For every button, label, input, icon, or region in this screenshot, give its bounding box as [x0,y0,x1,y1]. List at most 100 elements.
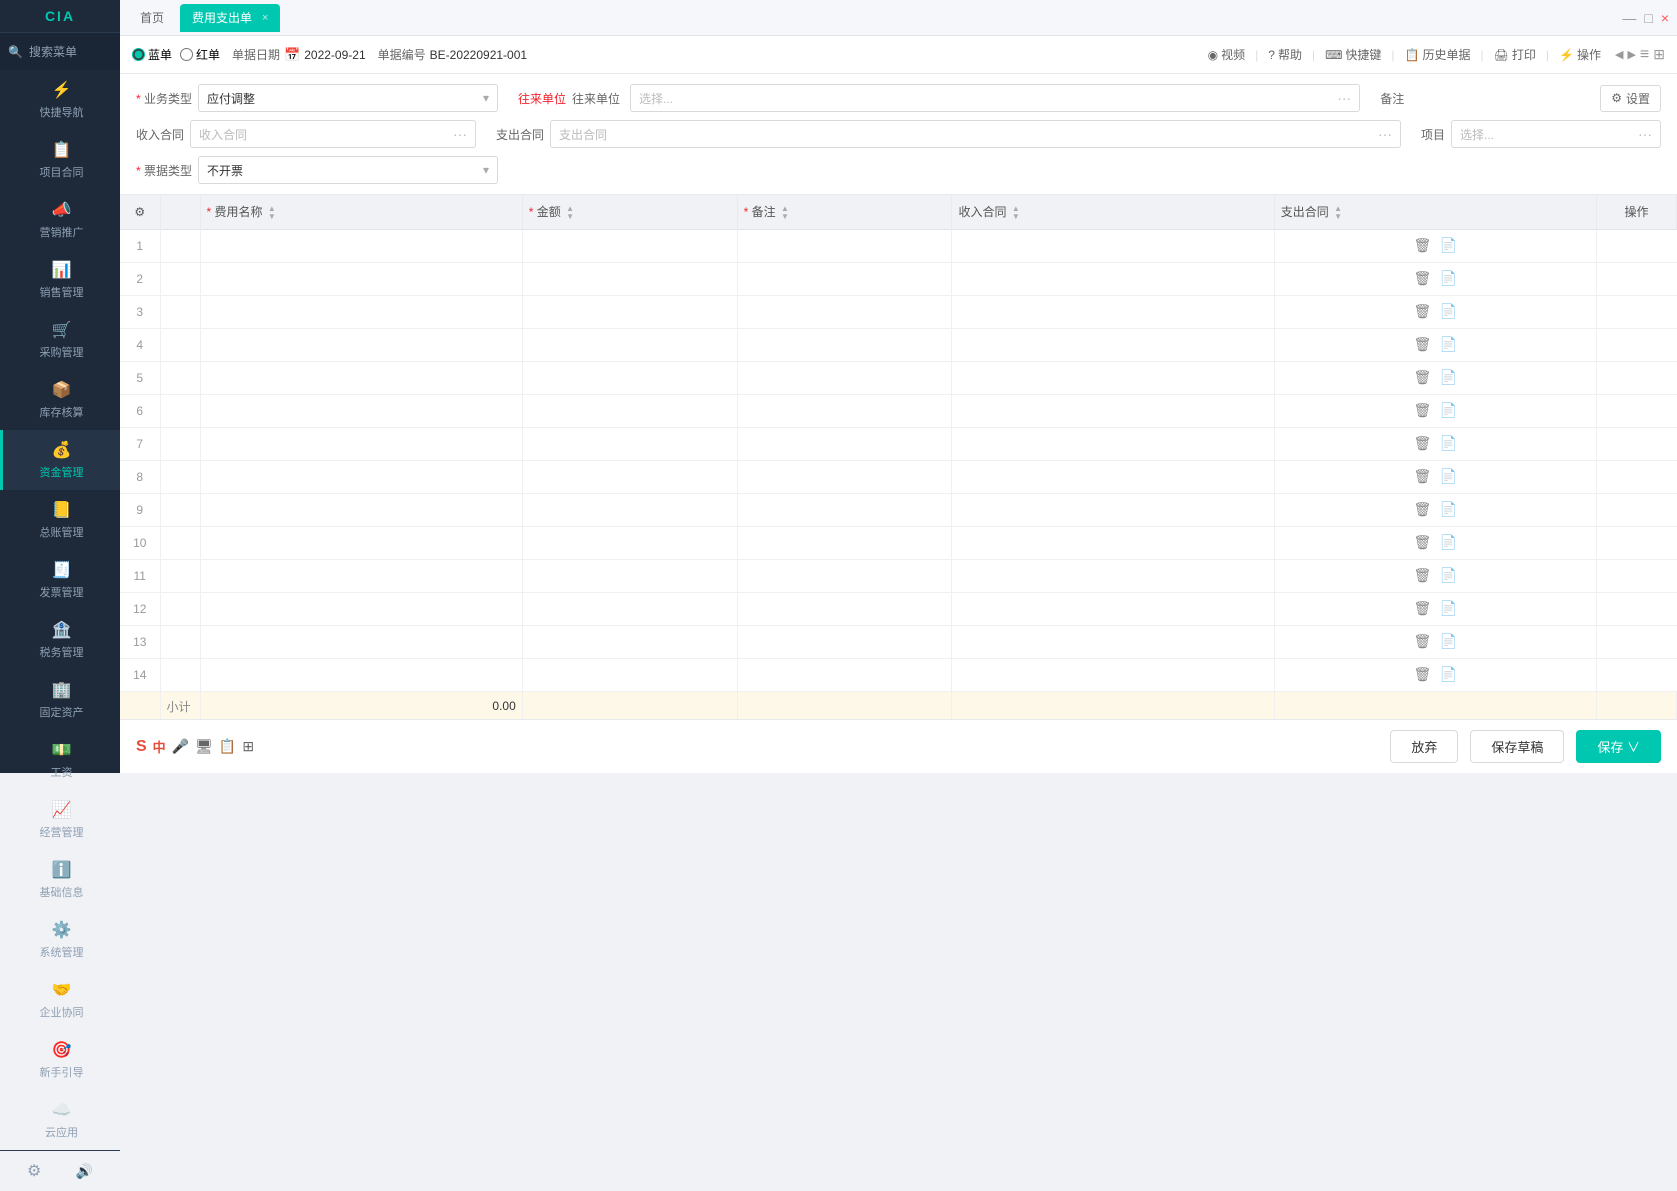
minimize-button[interactable]: — [1622,10,1636,26]
delete-row-button[interactable]: 🗑 [1411,466,1433,488]
col-expense-name[interactable]: * 费用名称 ▲ ▼ [200,195,522,229]
expense-name-cell[interactable] [160,526,200,559]
copy-row-button[interactable]: 📄 [1437,367,1459,389]
expense-contract-cell[interactable] [952,559,1274,592]
copy-row-button[interactable]: 📄 [1437,598,1459,620]
delete-row-button[interactable]: 🗑 [1411,334,1433,356]
sidebar-item-tax[interactable]: 🏦 税务管理 [0,610,120,670]
copy-row-button[interactable]: 📄 [1437,532,1459,554]
expense-name-cell[interactable] [160,493,200,526]
radio-red-input[interactable] [180,48,193,61]
mic-icon[interactable]: 🎤 [172,738,189,755]
amount-cell[interactable] [200,361,522,394]
delete-row-button[interactable]: 🗑 [1411,532,1433,554]
remark-cell[interactable] [522,460,737,493]
sort-income-contract[interactable]: ▲ ▼ [1012,205,1020,221]
sidebar-item-payroll[interactable]: 💵 工资 [0,730,120,790]
remark-cell[interactable] [522,229,737,262]
delete-row-button[interactable]: 🗑 [1411,235,1433,257]
sidebar-item-basic[interactable]: ℹ️ 基础信息 [0,850,120,910]
remark-cell[interactable] [522,592,737,625]
expense-name-cell[interactable] [160,559,200,592]
sort-remark[interactable]: ▲ ▼ [781,205,789,221]
save-button[interactable]: 保存 ∨ [1576,730,1661,763]
amount-cell[interactable] [200,625,522,658]
expense-contract-cell[interactable] [952,526,1274,559]
copy-row-button[interactable]: 📄 [1437,664,1459,686]
income-contract-cell[interactable] [737,361,952,394]
delete-row-button[interactable]: 🗑 [1411,367,1433,389]
expense-name-cell[interactable] [160,460,200,493]
expense-contract-cell[interactable] [952,427,1274,460]
copy-row-button[interactable]: 📄 [1437,268,1459,290]
sidebar-item-assets[interactable]: 🏢 固定资产 [0,670,120,730]
delete-row-button[interactable]: 🗑 [1411,301,1433,323]
delete-row-button[interactable]: 🗑 [1411,631,1433,653]
amount-cell[interactable] [200,229,522,262]
sort-expense-contract[interactable]: ▲ ▼ [1334,205,1342,221]
copy-row-button[interactable]: 📄 [1437,631,1459,653]
sidebar-item-operation[interactable]: 📈 经营管理 [0,790,120,850]
radio-blue-input[interactable] [132,48,145,61]
number-value[interactable]: BE-20220921-001 [430,48,527,62]
income-contract-input[interactable]: 收入合同 ··· [190,120,476,148]
tab-close-icon[interactable]: × [262,12,268,24]
expense-name-cell[interactable] [160,328,200,361]
remark-cell[interactable] [522,328,737,361]
radio-red[interactable]: 红单 [180,46,220,63]
sidebar-item-ledger[interactable]: 📒 总账管理 [0,490,120,550]
grid-icon[interactable]: ⊞ [242,738,254,755]
col-amount[interactable]: * 金额 ▲ ▼ [522,195,737,229]
sidebar-item-system[interactable]: ⚙️ 系统管理 [0,910,120,970]
delete-row-button[interactable]: 🗑 [1411,433,1433,455]
nav-next-btn[interactable]: ▶ [1627,48,1635,61]
help-action[interactable]: ? 帮助 [1268,46,1302,63]
copy-row-button[interactable]: 📄 [1437,400,1459,422]
delete-row-button[interactable]: 🗑 [1411,598,1433,620]
expense-contract-cell[interactable] [952,394,1274,427]
income-contract-cell[interactable] [737,592,952,625]
business-type-select[interactable]: 应付调整 ▾ [198,84,498,112]
income-contract-cell[interactable] [737,262,952,295]
sidebar-item-cloud[interactable]: ☁️ 云应用 [0,1090,120,1150]
expense-name-cell[interactable] [160,592,200,625]
expense-contract-cell[interactable] [952,361,1274,394]
expense-name-cell[interactable] [160,262,200,295]
income-contract-cell[interactable] [737,559,952,592]
income-contract-cell[interactable] [737,658,952,691]
expense-name-cell[interactable] [160,295,200,328]
sort-expense-name[interactable]: ▲ ▼ [268,205,276,221]
shortcut-action[interactable]: ⌨ 快捷键 [1325,46,1381,63]
expense-contract-cell[interactable] [952,592,1274,625]
delete-row-button[interactable]: 🗑 [1411,664,1433,686]
amount-cell[interactable] [200,559,522,592]
expense-contract-cell[interactable] [952,493,1274,526]
expense-contract-cell[interactable] [952,295,1274,328]
copy-icon[interactable]: 📋 [219,738,236,755]
delete-row-button[interactable]: 🗑 [1411,400,1433,422]
income-contract-cell[interactable] [737,229,952,262]
view-grid-btn[interactable]: ⊞ [1653,46,1665,63]
income-contract-cell[interactable] [737,493,952,526]
expense-name-cell[interactable] [160,427,200,460]
income-contract-cell[interactable] [737,328,952,361]
expense-contract-cell[interactable] [952,229,1274,262]
sidebar-item-inventory[interactable]: 📦 库存核算 [0,370,120,430]
copy-row-button[interactable]: 📄 [1437,235,1459,257]
remark-cell[interactable] [522,658,737,691]
sort-amount[interactable]: ▲ ▼ [566,205,574,221]
expense-name-cell[interactable] [160,625,200,658]
sidebar-item-sales[interactable]: 📊 销售管理 [0,250,120,310]
amount-cell[interactable] [200,394,522,427]
income-contract-cell[interactable] [737,394,952,427]
settings-icon[interactable]: ⚙ [27,1161,41,1181]
sidebar-item-capital[interactable]: 💰 资金管理 [0,430,120,490]
expense-name-cell[interactable] [160,658,200,691]
income-contract-cell[interactable] [737,295,952,328]
video-action[interactable]: ◉ 视频 [1208,46,1246,63]
close-button[interactable]: × [1661,10,1669,26]
sidebar-item-marketing[interactable]: 📣 营销推广 [0,190,120,250]
remark-cell[interactable] [522,625,737,658]
expense-contract-cell[interactable] [952,262,1274,295]
copy-row-button[interactable]: 📄 [1437,565,1459,587]
